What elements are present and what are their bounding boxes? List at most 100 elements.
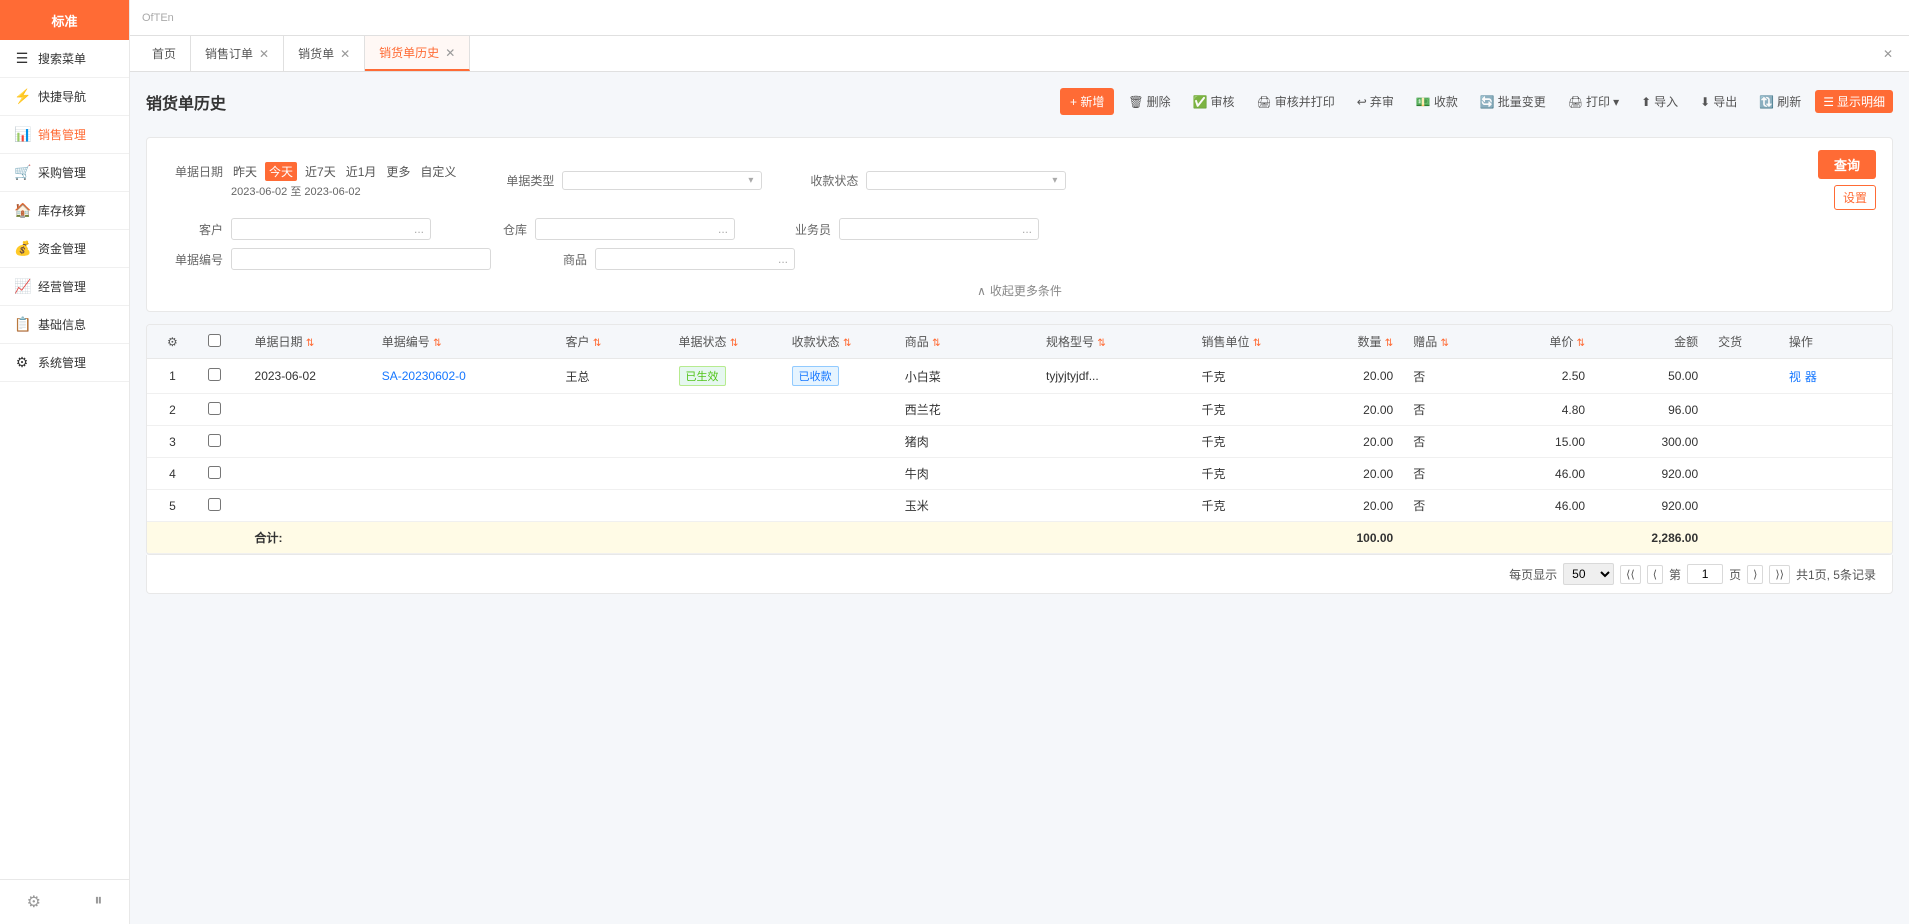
- sidebar-pause-btn[interactable]: ⏸: [90, 888, 106, 916]
- th-pay-status[interactable]: 收款状态 ⇅: [782, 325, 895, 359]
- collapse-button[interactable]: ∧ 收起更多条件: [163, 278, 1876, 299]
- refresh-button[interactable]: 🔃 刷新: [1751, 89, 1809, 114]
- shortcut-1month[interactable]: 近1月: [344, 162, 379, 181]
- sidebar-item-inventory-calc[interactable]: 🏠 库存核算: [0, 192, 129, 230]
- filter-goods-input[interactable]: ...: [595, 248, 795, 270]
- th-qty[interactable]: 数量 ⇅: [1304, 325, 1403, 359]
- sidebar-item-purchase-mgmt[interactable]: 🛒 采购管理: [0, 154, 129, 192]
- filter-doc-type-select[interactable]: ▾: [562, 171, 762, 190]
- sidebar-item-basic-info[interactable]: 📋 基础信息: [0, 306, 129, 344]
- th-no[interactable]: 单据编号 ⇅: [372, 325, 556, 359]
- row-checkbox[interactable]: [208, 402, 221, 415]
- row-checkbox-cell[interactable]: [198, 359, 245, 394]
- page-input[interactable]: [1687, 564, 1723, 584]
- goods-input-field[interactable]: [602, 252, 774, 266]
- th-customer[interactable]: 客户 ⇅: [555, 325, 668, 359]
- row-checkbox[interactable]: [208, 466, 221, 479]
- filter-pay-status-select[interactable]: ▾: [866, 171, 1066, 190]
- sidebar-item-ops-mgmt[interactable]: 📈 经营管理: [0, 268, 129, 306]
- row-no-link[interactable]: SA-20230602-0: [382, 369, 466, 383]
- th-unit[interactable]: 销售单位 ⇅: [1192, 325, 1305, 359]
- print-button[interactable]: 🖨 打印 ▾: [1560, 89, 1627, 114]
- first-page-btn[interactable]: ⟨⟨: [1620, 565, 1641, 584]
- collect-button[interactable]: 💵 收款: [1408, 89, 1466, 114]
- tab-home[interactable]: 首页: [138, 36, 191, 71]
- tab-sales-goods-close[interactable]: ✕: [340, 47, 350, 61]
- row-unit: 千克: [1192, 426, 1305, 458]
- th-checkbox[interactable]: [198, 325, 245, 359]
- prev-page-btn[interactable]: ⟨: [1647, 565, 1663, 584]
- row-checkbox-cell[interactable]: [198, 426, 245, 458]
- th-spec[interactable]: 规格型号 ⇅: [1036, 325, 1191, 359]
- batch-change-button[interactable]: 🔄 批量变更: [1472, 89, 1554, 114]
- tab-sales-history-close[interactable]: ✕: [445, 46, 455, 60]
- shortcut-yesterday[interactable]: 昨天: [231, 162, 259, 181]
- shortcut-custom[interactable]: 自定义: [418, 162, 458, 181]
- shortcut-more[interactable]: 更多: [384, 162, 412, 181]
- settings-button[interactable]: 设置: [1834, 185, 1876, 210]
- last-page-btn[interactable]: ⟩⟩: [1769, 565, 1790, 584]
- warehouse-input-field[interactable]: [542, 222, 714, 236]
- sidebar-item-fund-mgmt[interactable]: 💰 资金管理: [0, 230, 129, 268]
- audit-button[interactable]: ✅ 审核: [1185, 89, 1243, 114]
- select-all-checkbox[interactable]: [208, 334, 221, 347]
- row-checkbox-cell[interactable]: [198, 458, 245, 490]
- row-actions: [1779, 490, 1892, 522]
- query-button[interactable]: 查询: [1818, 150, 1876, 179]
- action-btn[interactable]: 视: [1789, 370, 1801, 384]
- salesman-input-field[interactable]: [846, 222, 1018, 236]
- sort-date-icon: ⇅: [306, 338, 314, 349]
- next-page-btn[interactable]: ⟩: [1747, 565, 1763, 584]
- row-checkbox[interactable]: [208, 368, 221, 381]
- per-page-select[interactable]: 50 20 100: [1563, 563, 1614, 585]
- th-goods[interactable]: 商品 ⇅: [895, 325, 1036, 359]
- shortcut-today[interactable]: 今天: [265, 162, 297, 181]
- row-checkbox[interactable]: [208, 434, 221, 447]
- row-checkbox[interactable]: [208, 498, 221, 511]
- new-button[interactable]: + 新增: [1060, 88, 1114, 115]
- filter-salesman-input[interactable]: ...: [839, 218, 1039, 240]
- tab-sales-order[interactable]: 销售订单 ✕: [191, 36, 284, 71]
- row-qty: 20.00: [1304, 458, 1403, 490]
- row-qty: 20.00: [1304, 426, 1403, 458]
- tab-sales-order-close[interactable]: ✕: [259, 47, 269, 61]
- row-pay-status: [782, 490, 895, 522]
- abandon-button[interactable]: ↩ 弃审: [1349, 89, 1402, 114]
- delete-button[interactable]: 🗑 删除: [1120, 89, 1178, 114]
- import-icon: ⬆: [1641, 95, 1651, 109]
- salesman-dots[interactable]: ...: [1022, 222, 1032, 236]
- th-settings[interactable]: ⚙: [147, 325, 198, 359]
- row-checkbox-cell[interactable]: [198, 490, 245, 522]
- export-button[interactable]: ⬇ 导出: [1692, 89, 1745, 114]
- th-gift[interactable]: 赠品 ⇅: [1403, 325, 1482, 359]
- tab-close-all[interactable]: ✕: [1875, 47, 1901, 61]
- row-checkbox-cell[interactable]: [198, 394, 245, 426]
- filter-warehouse-input[interactable]: ...: [535, 218, 735, 240]
- sidebar-item-search-menu[interactable]: ☰ 搜索菜单: [0, 40, 129, 78]
- customer-dots[interactable]: ...: [414, 222, 424, 236]
- sidebar-item-sales-mgmt[interactable]: 📊 销售管理: [0, 116, 129, 154]
- th-date[interactable]: 单据日期 ⇅: [245, 325, 372, 359]
- filter-doc-type-label: 单据类型: [494, 172, 554, 189]
- goods-dots[interactable]: ...: [778, 252, 788, 266]
- audit-print-button[interactable]: 🖨 审核并打印: [1249, 89, 1343, 114]
- th-price[interactable]: 单价 ⇅: [1482, 325, 1595, 359]
- tab-sales-goods[interactable]: 销货单 ✕: [284, 36, 365, 71]
- th-status[interactable]: 单据状态 ⇅: [669, 325, 782, 359]
- filter-customer-input[interactable]: ...: [231, 218, 431, 240]
- import-button[interactable]: ⬆ 导入: [1633, 89, 1686, 114]
- row-status: [669, 458, 782, 490]
- filter-doc-no-input[interactable]: [231, 248, 491, 270]
- sidebar-settings-btn[interactable]: ⚙: [23, 888, 45, 916]
- tab-sales-history[interactable]: 销货单历史 ✕: [365, 36, 470, 71]
- show-detail-button[interactable]: ☰ 显示明细: [1815, 90, 1893, 113]
- shortcut-7days[interactable]: 近7天: [303, 162, 338, 181]
- customer-input-field[interactable]: [238, 222, 410, 236]
- row-gift: 否: [1403, 426, 1482, 458]
- filter-doc-no-label: 单据编号: [163, 251, 223, 268]
- action-btn[interactable]: 器: [1805, 370, 1817, 384]
- warehouse-dots[interactable]: ...: [718, 222, 728, 236]
- sidebar-item-quick-nav[interactable]: ⚡ 快捷导航: [0, 78, 129, 116]
- doc-no-input-field[interactable]: [238, 252, 484, 266]
- sidebar-item-sys-mgmt[interactable]: ⚙ 系统管理: [0, 344, 129, 382]
